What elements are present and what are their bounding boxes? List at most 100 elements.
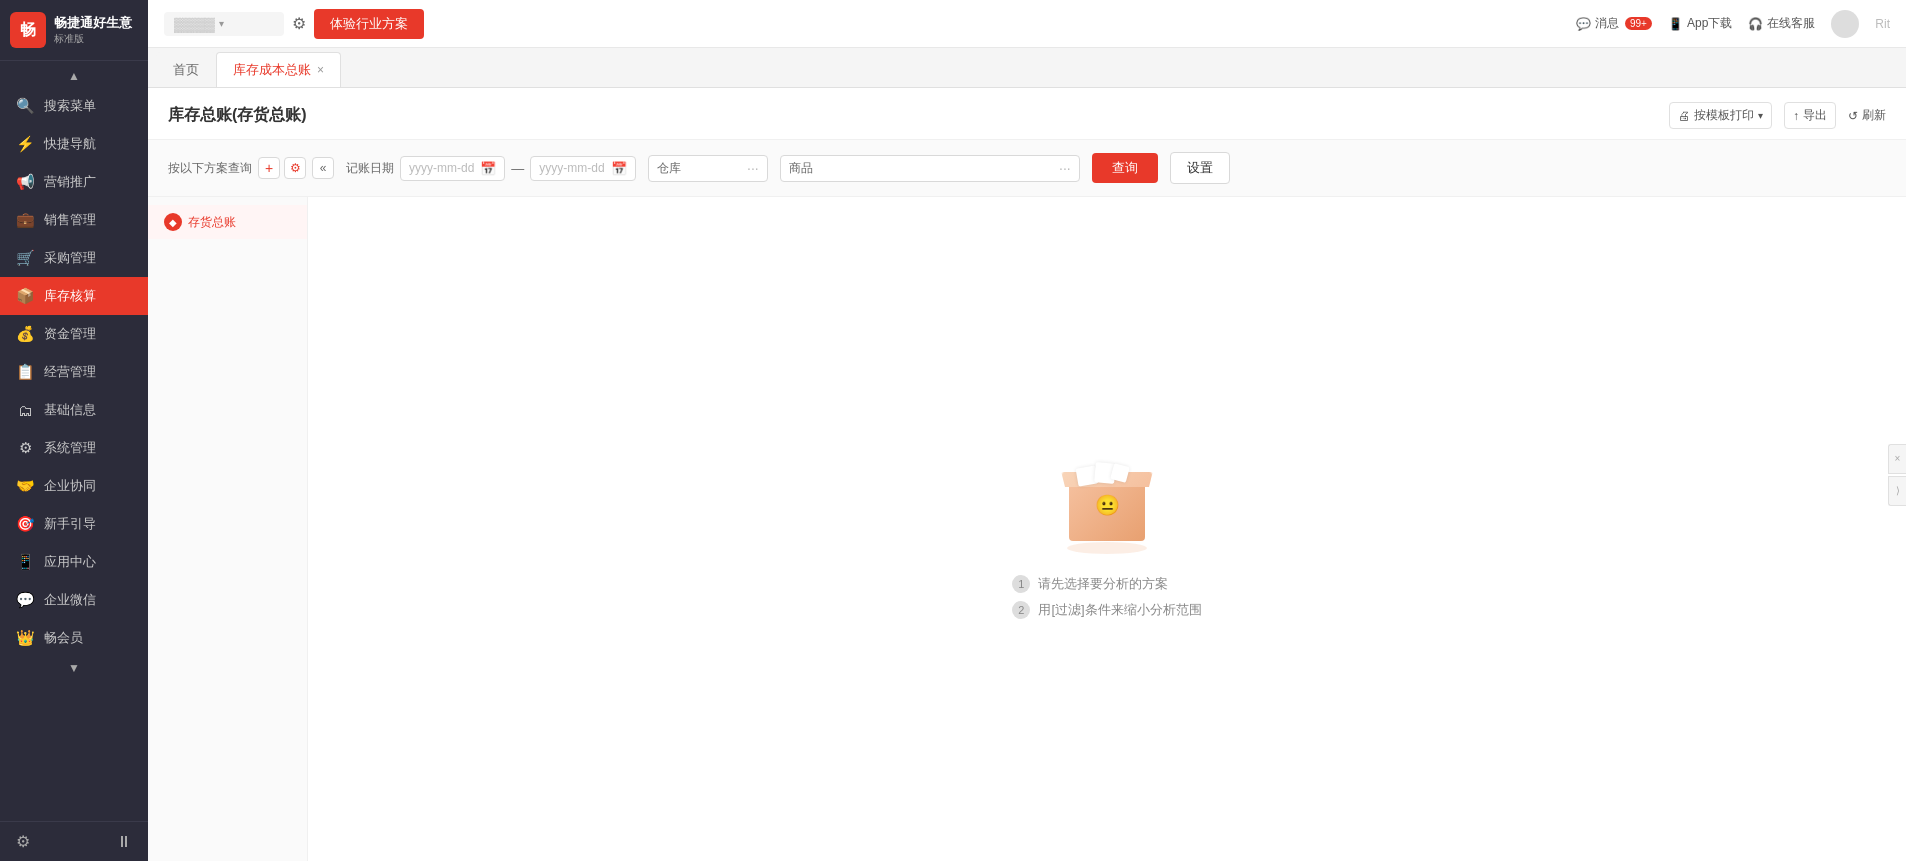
print-dropdown-icon: ▾	[1758, 110, 1763, 121]
audio-footer-icon[interactable]: ⏸	[116, 833, 132, 851]
sidebar-item-label: 畅会员	[44, 629, 83, 647]
tab-home[interactable]: 首页	[156, 52, 216, 87]
date-filter-group: 记账日期 yyyy-mm-dd 📅 — yyyy-mm-dd 📅	[346, 156, 636, 181]
trial-button[interactable]: 体验行业方案	[314, 9, 424, 39]
panel-close-btn[interactable]: ×	[1888, 444, 1906, 474]
panel-expand-btn[interactable]: ⟩	[1888, 476, 1906, 506]
purchase-icon: 🛒	[16, 249, 34, 267]
scheme-icon-bg: ◆	[164, 213, 182, 231]
print-button[interactable]: 🖨 按模板打印 ▾	[1669, 102, 1772, 129]
refresh-label: 刷新	[1862, 107, 1886, 124]
scheme-item-label: 存货总账	[188, 214, 236, 231]
app-download-item[interactable]: 📱 App下载	[1668, 15, 1732, 32]
app-sub: 标准版	[54, 32, 132, 45]
app-download-label: App下载	[1687, 15, 1732, 32]
sidebar-item-app-center[interactable]: 📱 应用中心	[0, 543, 148, 581]
wechat-icon: 💬	[16, 591, 34, 609]
filter-label: 按以下方案查询 + ⚙ «	[168, 157, 334, 179]
sidebar-item-label: 基础信息	[44, 401, 96, 419]
date-end-input[interactable]: yyyy-mm-dd 📅	[530, 156, 635, 181]
sidebar-item-wechat[interactable]: 💬 企业微信	[0, 581, 148, 619]
sidebar-item-label: 经营管理	[44, 363, 96, 381]
sidebar-item-marketing[interactable]: 📢 营销推广	[0, 163, 148, 201]
sidebar-item-label: 企业微信	[44, 591, 96, 609]
sidebar-item-beginner[interactable]: 🎯 新手引导	[0, 505, 148, 543]
main-content: ▓▓▓▓ ▾ ⚙ 体验行业方案 💬 消息 99+ 📱 App下载 🎧 在线客服 …	[148, 0, 1906, 861]
sidebar-item-quick-nav[interactable]: ⚡ 快捷导航	[0, 125, 148, 163]
dropdown-icon: ▾	[219, 18, 224, 29]
empty-hints: 1 请先选择要分析的方案 2 用[过滤]条件来缩小分析范围	[1012, 575, 1201, 619]
refresh-button[interactable]: ↺ 刷新	[1848, 107, 1886, 124]
empty-illustration: 😐	[1047, 439, 1167, 559]
date-start-input[interactable]: yyyy-mm-dd 📅	[400, 156, 505, 181]
shadow	[1067, 542, 1147, 554]
user-name: Rit	[1875, 17, 1890, 31]
sidebar-item-label: 系统管理	[44, 439, 96, 457]
scroll-down-btn[interactable]: ▼	[0, 657, 148, 679]
beginner-icon: 🎯	[16, 515, 34, 533]
message-item[interactable]: 💬 消息 99+	[1576, 15, 1652, 32]
filter-area: 按以下方案查询 + ⚙ « 记账日期 yyyy-mm-dd 📅 — y	[148, 140, 1906, 197]
sidebar-navigation: ▲ 🔍 搜索菜单 ⚡ 快捷导航 📢 营销推广 💼 销售管理 🛒 采购管理 📦 库…	[0, 61, 148, 821]
sidebar-item-label: 库存核算	[44, 287, 96, 305]
sidebar-item-basic[interactable]: 🗂 基础信息	[0, 391, 148, 429]
sidebar-item-label: 快捷导航	[44, 135, 96, 153]
topbar-settings-icon[interactable]: ⚙	[292, 14, 306, 33]
app-center-icon: 📱	[16, 553, 34, 571]
tab-inventory-cost-label: 库存成本总账	[233, 61, 311, 79]
page-header: 库存总账(存货总账) 🖨 按模板打印 ▾ ↑ 导出 ↺ 刷新	[148, 88, 1906, 140]
warehouse-filter[interactable]: 仓库 ···	[648, 155, 768, 182]
setting-button[interactable]: 设置	[1170, 152, 1230, 184]
user-avatar[interactable]	[1831, 10, 1859, 38]
filter-settings-btn[interactable]: ⚙	[284, 157, 306, 179]
scheme-sidebar: ◆ 存货总账	[148, 197, 308, 861]
sidebar-item-member[interactable]: 👑 畅会员	[0, 619, 148, 657]
date-start-placeholder: yyyy-mm-dd	[409, 161, 474, 175]
hint-text-1: 请先选择要分析的方案	[1038, 575, 1168, 593]
topbar-right: 💬 消息 99+ 📱 App下载 🎧 在线客服 Rit	[1576, 10, 1890, 38]
scheme-item-inventory[interactable]: ◆ 存货总账	[148, 205, 307, 239]
sidebar-item-label: 销售管理	[44, 211, 96, 229]
inventory-icon: 📦	[16, 287, 34, 305]
sidebar-item-sales[interactable]: 💼 销售管理	[0, 201, 148, 239]
user-selector[interactable]: ▓▓▓▓ ▾	[164, 12, 284, 36]
topbar: ▓▓▓▓ ▾ ⚙ 体验行业方案 💬 消息 99+ 📱 App下载 🎧 在线客服 …	[148, 0, 1906, 48]
box-body: 😐	[1069, 483, 1145, 541]
filter-label-text: 按以下方案查询	[168, 160, 252, 177]
sidebar-item-label: 搜索菜单	[44, 97, 96, 115]
page-body: ◆ 存货总账 😐	[148, 197, 1906, 861]
online-service-item[interactable]: 🎧 在线客服	[1748, 15, 1815, 32]
tab-inventory-cost[interactable]: 库存成本总账 ×	[216, 52, 341, 87]
quick-nav-icon: ⚡	[16, 135, 34, 153]
calendar-start-icon: 📅	[480, 161, 496, 176]
sidebar-item-label: 新手引导	[44, 515, 96, 533]
product-filter[interactable]: 商品 ···	[780, 155, 1080, 182]
sidebar-item-enterprise[interactable]: 🤝 企业协同	[0, 467, 148, 505]
sidebar-item-finance[interactable]: 💰 资金管理	[0, 315, 148, 353]
filter-add-btn[interactable]: +	[258, 157, 280, 179]
export-button[interactable]: ↑ 导出	[1784, 102, 1836, 129]
refresh-icon: ↺	[1848, 109, 1858, 123]
basic-icon: 🗂	[16, 402, 34, 419]
search-icon: 🔍	[16, 97, 34, 115]
topbar-left: ▓▓▓▓ ▾ ⚙ 体验行业方案	[164, 9, 1564, 39]
filter-collapse-btn[interactable]: «	[312, 157, 334, 179]
date-end-placeholder: yyyy-mm-dd	[539, 161, 604, 175]
sidebar-item-operations[interactable]: 📋 经营管理	[0, 353, 148, 391]
online-service-icon: 🎧	[1748, 17, 1763, 31]
filter-add-buttons: + ⚙	[258, 157, 306, 179]
right-panel-handle: × ⟩	[1888, 444, 1906, 506]
sidebar-item-system[interactable]: ⚙ 系统管理	[0, 429, 148, 467]
operations-icon: 📋	[16, 363, 34, 381]
user-area-bg: ▓▓▓▓	[174, 16, 215, 32]
query-button[interactable]: 查询	[1092, 153, 1158, 183]
settings-footer-icon[interactable]: ⚙	[16, 832, 30, 851]
sidebar-item-search[interactable]: 🔍 搜索菜单	[0, 87, 148, 125]
scroll-up-btn[interactable]: ▲	[0, 65, 148, 87]
app-logo: 畅 畅捷通好生意 标准版	[0, 0, 148, 61]
tabbar: 首页 库存成本总账 ×	[148, 48, 1906, 88]
sidebar-item-purchase[interactable]: 🛒 采购管理	[0, 239, 148, 277]
warehouse-more-icon: ···	[747, 160, 759, 176]
sidebar-item-inventory[interactable]: 📦 库存核算	[0, 277, 148, 315]
tab-close-icon[interactable]: ×	[317, 64, 324, 76]
